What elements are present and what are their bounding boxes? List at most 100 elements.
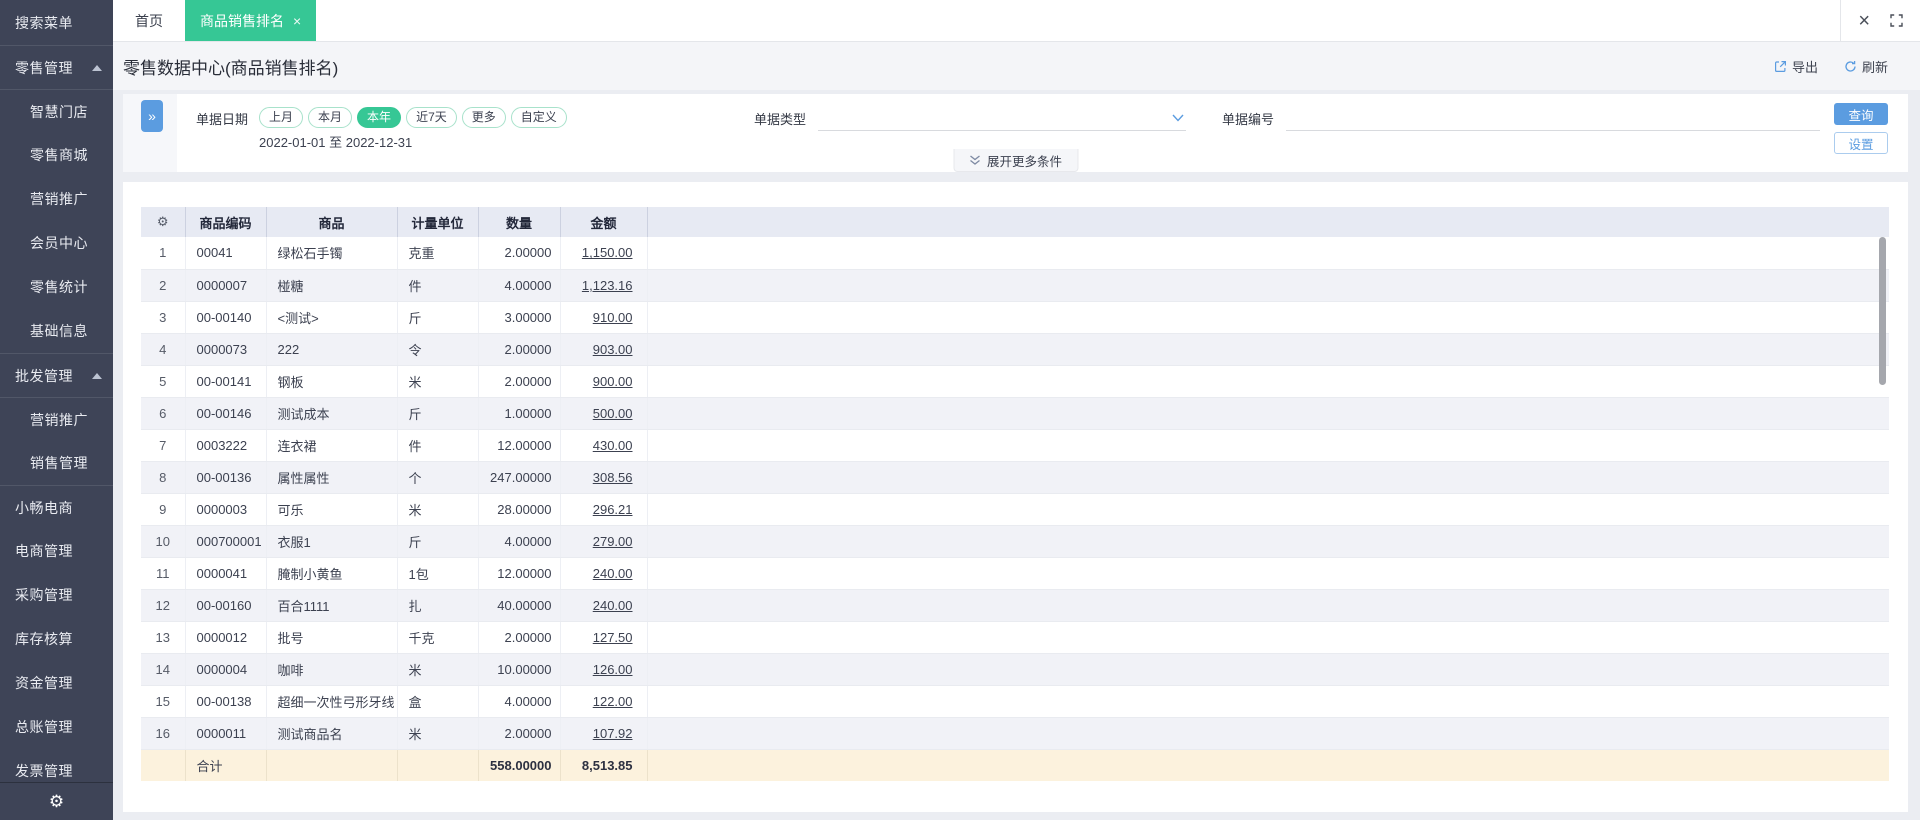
- amount-link[interactable]: 910.00: [593, 310, 633, 325]
- table-row[interactable]: 7 0003222 连衣裙件 12.00000 430.00: [141, 429, 1889, 462]
- date-filter-field: 单据日期 上月 本月 本年 近7天 更多 自定义 2022-01-01 至 2022-12…: [196, 107, 754, 151]
- amount-link[interactable]: 127.50: [593, 630, 633, 645]
- date-range-text: 2022-01-01 至 2022-12-31: [259, 135, 413, 150]
- expand-side-panel-button[interactable]: »: [141, 100, 163, 132]
- sidebar-settings-gear-icon[interactable]: ⚙: [49, 793, 64, 810]
- table-row[interactable]: 3 00-00140 <测试> 斤 3.00000 910.00: [141, 301, 1889, 334]
- settings-button[interactable]: 设置: [1834, 132, 1888, 154]
- table-row[interactable]: 6 00-00146 测试成本斤 1.00000 500.00: [141, 397, 1889, 430]
- table-row[interactable]: 12 00-00160 百合1111 扎 40.00000 240.00: [141, 589, 1889, 622]
- close-window-icon[interactable]: ×: [1858, 11, 1870, 31]
- table-row[interactable]: 9 0000003 可乐米 28.00000 296.21: [141, 493, 1889, 526]
- amount-link[interactable]: 240.00: [593, 566, 633, 581]
- sidebar-item-label: 基础信息: [30, 323, 88, 339]
- sidebar-item[interactable]: 总账管理: [0, 705, 113, 749]
- column-settings-gear-icon[interactable]: ⚙: [157, 214, 169, 229]
- expand-more-conditions-button[interactable]: 展开更多条件: [952, 149, 1079, 172]
- tab-home[interactable]: 首页: [113, 0, 185, 41]
- quantity-cell: 4.00000: [478, 685, 561, 718]
- amount-link[interactable]: 1,150.00: [582, 245, 633, 260]
- sidebar-item[interactable]: 搜索菜单: [0, 1, 113, 45]
- product-name-cell: 绿松石手镯: [266, 237, 398, 270]
- sidebar-item[interactable]: 批发管理: [0, 353, 113, 397]
- date-pill[interactable]: 本年: [357, 107, 402, 128]
- amount-link[interactable]: 500.00: [593, 406, 633, 421]
- vertical-scrollbar-thumb[interactable]: [1879, 237, 1886, 385]
- quantity-cell: 12.00000: [478, 429, 561, 462]
- amount-link[interactable]: 279.00: [593, 534, 633, 549]
- tab-product-sales-ranking[interactable]: 商品销售排名 ×: [185, 0, 317, 41]
- sidebar-item[interactable]: 智慧门店: [0, 89, 113, 133]
- row-index-cell: 5: [141, 365, 186, 398]
- total-label-cell: 合计: [185, 749, 267, 781]
- chevron-down-icon: [1172, 114, 1184, 122]
- product-code-cell: 00041: [185, 237, 267, 270]
- tab-close-icon[interactable]: ×: [293, 13, 301, 29]
- date-pill[interactable]: 近7天: [406, 107, 457, 128]
- filler-cell: [647, 429, 1889, 462]
- date-pill[interactable]: 本月: [308, 107, 353, 128]
- doc-type-label: 单据类型: [754, 112, 807, 127]
- table-row[interactable]: 10 000700001 衣服1 斤 4.00000 279.00: [141, 525, 1889, 558]
- unit-cell: 米: [397, 493, 479, 526]
- date-pill[interactable]: 自定义: [510, 107, 567, 128]
- sidebar-item[interactable]: 营销推广: [0, 397, 113, 441]
- amount-link[interactable]: 1,123.16: [582, 278, 633, 293]
- filler-cell: [647, 557, 1889, 590]
- quantity-cell: 4.00000: [478, 269, 561, 302]
- amount-link[interactable]: 126.00: [593, 662, 633, 677]
- sidebar-item[interactable]: 电商管理: [0, 529, 113, 573]
- unit-cell: 斤: [397, 397, 479, 430]
- sidebar-item[interactable]: 销售管理: [0, 441, 113, 485]
- quantity-cell: 1.00000: [478, 397, 561, 430]
- sidebar-item[interactable]: 会员中心: [0, 221, 113, 265]
- table-row[interactable]: 14 0000004 咖啡米 10.00000 126.00: [141, 653, 1889, 686]
- sidebar-item[interactable]: 零售管理: [0, 45, 113, 89]
- doc-number-input[interactable]: [1286, 107, 1820, 131]
- amount-link[interactable]: 430.00: [593, 438, 633, 453]
- amount-link[interactable]: 900.00: [593, 374, 633, 389]
- quantity-cell: 2.00000: [478, 717, 561, 750]
- sidebar-item[interactable]: 营销推广: [0, 177, 113, 221]
- column-header: 计量单位: [397, 207, 479, 237]
- query-button[interactable]: 查询: [1834, 103, 1888, 125]
- filler-cell: [647, 397, 1889, 430]
- table-row[interactable]: 8 00-00136 属性属性个 247.00000 308.56: [141, 461, 1889, 494]
- doc-type-select[interactable]: [818, 107, 1186, 131]
- table-row[interactable]: 15 00-00138 超细一次性弓形牙线盒 4.00000 122.00: [141, 685, 1889, 718]
- sidebar-footer: ⚙: [0, 782, 113, 820]
- amount-link[interactable]: 903.00: [593, 342, 633, 357]
- sidebar-item[interactable]: 资金管理: [0, 661, 113, 705]
- table-row[interactable]: 11 0000041 腌制小黄鱼 1包 12.00000 240.00: [141, 557, 1889, 590]
- table-row[interactable]: 5 00-00141 钢板米 2.00000 900.00: [141, 365, 1889, 398]
- amount-link[interactable]: 240.00: [593, 598, 633, 613]
- date-pill[interactable]: 上月: [259, 107, 304, 128]
- tab-label: 商品销售排名: [200, 12, 284, 29]
- table-row[interactable]: 1 00041 绿松石手镯 克重 2.00000 1,150.00: [141, 237, 1889, 270]
- product-code-cell: 0000073: [185, 333, 267, 366]
- amount-link[interactable]: 296.21: [593, 502, 633, 517]
- refresh-button[interactable]: 刷新: [1844, 57, 1888, 76]
- table-header-row: ⚙ 商品编码 商品 计量单位 数量 金额: [141, 207, 1889, 237]
- fullscreen-icon[interactable]: [1890, 14, 1903, 27]
- table-row[interactable]: 2 0000007 椪糖件 4.00000 1,123.16: [141, 269, 1889, 302]
- table-row[interactable]: 13 0000012 批号 千克 2.00000 127.50: [141, 621, 1889, 654]
- sidebar-item[interactable]: 小畅电商: [0, 485, 113, 529]
- date-pill[interactable]: 更多: [461, 107, 506, 128]
- sidebar-item[interactable]: 零售统计: [0, 265, 113, 309]
- table-row[interactable]: 16 0000011 测试商品名米 2.00000 107.92: [141, 717, 1889, 750]
- export-button[interactable]: 导出: [1774, 57, 1818, 76]
- amount-link[interactable]: 308.56: [593, 470, 633, 485]
- row-index-cell: 9: [141, 493, 186, 526]
- amount-link[interactable]: 122.00: [593, 694, 633, 709]
- sidebar-item[interactable]: 采购管理: [0, 573, 113, 617]
- amount-cell: 127.50: [560, 621, 648, 654]
- table-row[interactable]: 4 0000073 222 令 2.00000 903.00: [141, 333, 1889, 366]
- amount-link[interactable]: 107.92: [593, 726, 633, 741]
- row-index-cell: 11: [141, 557, 186, 590]
- sidebar-item[interactable]: 库存核算: [0, 617, 113, 661]
- sidebar-item[interactable]: 基础信息: [0, 309, 113, 353]
- unit-cell: 件: [397, 429, 479, 462]
- row-index-cell: 15: [141, 685, 186, 718]
- sidebar-item[interactable]: 零售商城: [0, 133, 113, 177]
